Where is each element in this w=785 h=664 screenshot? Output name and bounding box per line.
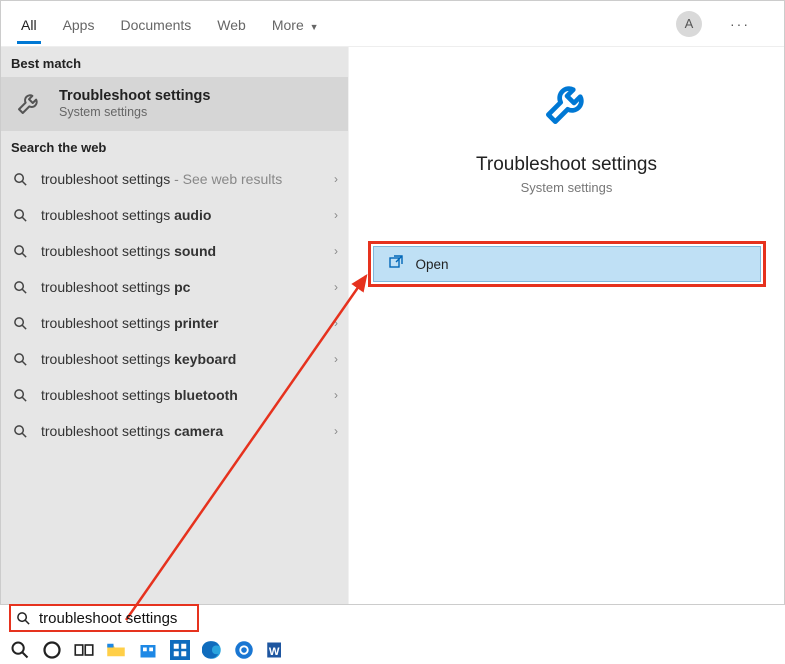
tab-more[interactable]: More ▼ bbox=[268, 5, 323, 43]
best-match-title: Troubleshoot settings bbox=[59, 88, 210, 104]
web-result-item[interactable]: troubleshoot settings sound› bbox=[1, 233, 348, 269]
web-result-text: troubleshoot settings audio bbox=[41, 207, 334, 223]
best-match-label: Best match bbox=[1, 47, 348, 77]
web-result-item[interactable]: troubleshoot settings audio› bbox=[1, 197, 348, 233]
detail-subtitle: System settings bbox=[521, 180, 613, 195]
web-result-item[interactable]: troubleshoot settings camera› bbox=[1, 413, 348, 449]
chevron-right-icon: › bbox=[334, 172, 338, 186]
web-result-text: troubleshoot settings bluetooth bbox=[41, 387, 334, 403]
search-icon bbox=[13, 280, 29, 295]
best-match-item[interactable]: Troubleshoot settings System settings bbox=[1, 77, 348, 131]
open-label: Open bbox=[416, 257, 449, 272]
search-web-label: Search the web bbox=[1, 131, 348, 161]
web-result-text: troubleshoot settings printer bbox=[41, 315, 334, 331]
search-icon[interactable] bbox=[10, 640, 30, 660]
search-icon bbox=[16, 611, 31, 626]
web-result-item[interactable]: troubleshoot settings bluetooth› bbox=[1, 377, 348, 413]
more-options-icon[interactable]: ··· bbox=[730, 16, 750, 32]
web-result-text: troubleshoot settings pc bbox=[41, 279, 334, 295]
best-match-subtitle: System settings bbox=[59, 105, 210, 119]
web-result-text: troubleshoot settings - See web results bbox=[41, 171, 334, 187]
web-result-item[interactable]: troubleshoot settings pc› bbox=[1, 269, 348, 305]
web-result-text: troubleshoot settings camera bbox=[41, 423, 334, 439]
edge-icon[interactable] bbox=[202, 640, 222, 660]
caret-down-icon: ▼ bbox=[310, 22, 319, 32]
search-icon bbox=[13, 316, 29, 331]
chevron-right-icon: › bbox=[334, 280, 338, 294]
search-icon bbox=[13, 352, 29, 367]
search-icon bbox=[13, 172, 29, 187]
tab-web[interactable]: Web bbox=[213, 5, 250, 43]
search-input[interactable]: troubleshoot settings bbox=[10, 605, 183, 631]
tab-more-label: More bbox=[272, 17, 304, 33]
results-body: Best match Troubleshoot settings System … bbox=[1, 47, 784, 604]
detail-title: Troubleshoot settings bbox=[476, 154, 657, 176]
chevron-right-icon: › bbox=[334, 424, 338, 438]
wrench-icon bbox=[11, 85, 47, 121]
svg-text:W: W bbox=[269, 646, 280, 658]
tab-bar: All Apps Documents Web More ▼ A ··· bbox=[1, 1, 784, 47]
open-button-highlight: Open bbox=[368, 241, 766, 287]
file-explorer-icon[interactable] bbox=[106, 640, 126, 660]
app-icon[interactable] bbox=[170, 640, 190, 660]
chevron-right-icon: › bbox=[334, 244, 338, 258]
search-icon bbox=[13, 424, 29, 439]
open-icon bbox=[388, 254, 404, 275]
search-icon bbox=[13, 388, 29, 403]
chevron-right-icon: › bbox=[334, 316, 338, 330]
search-query-text: troubleshoot settings bbox=[39, 610, 177, 627]
task-view-icon[interactable] bbox=[74, 640, 94, 660]
taskbar: W bbox=[0, 636, 785, 664]
user-avatar[interactable]: A bbox=[676, 11, 702, 37]
tab-apps[interactable]: Apps bbox=[59, 5, 99, 43]
best-match-text: Troubleshoot settings System settings bbox=[59, 88, 210, 119]
detail-pane: Troubleshoot settings System settings Op… bbox=[349, 47, 784, 604]
open-button[interactable]: Open bbox=[373, 246, 761, 282]
store-icon[interactable] bbox=[138, 640, 158, 660]
chevron-right-icon: › bbox=[334, 388, 338, 402]
chevron-right-icon: › bbox=[334, 208, 338, 222]
web-result-item[interactable]: troubleshoot settings printer› bbox=[1, 305, 348, 341]
filter-tabs: All Apps Documents Web More ▼ bbox=[17, 5, 676, 43]
wrench-icon bbox=[539, 75, 595, 136]
cortana-icon[interactable] bbox=[42, 640, 62, 660]
web-result-item[interactable]: troubleshoot settings - See web results› bbox=[1, 161, 348, 197]
web-result-text: troubleshoot settings keyboard bbox=[41, 351, 334, 367]
web-result-item[interactable]: troubleshoot settings keyboard› bbox=[1, 341, 348, 377]
word-icon[interactable]: W bbox=[266, 640, 286, 660]
chevron-right-icon: › bbox=[334, 352, 338, 366]
results-list: Best match Troubleshoot settings System … bbox=[1, 47, 349, 604]
search-icon bbox=[13, 244, 29, 259]
web-result-text: troubleshoot settings sound bbox=[41, 243, 334, 259]
header-actions: A ··· bbox=[676, 11, 784, 37]
app-icon[interactable] bbox=[234, 640, 254, 660]
tab-documents[interactable]: Documents bbox=[116, 5, 195, 43]
search-icon bbox=[13, 208, 29, 223]
search-window: All Apps Documents Web More ▼ A ··· Best… bbox=[0, 0, 785, 605]
tab-all[interactable]: All bbox=[17, 5, 41, 43]
